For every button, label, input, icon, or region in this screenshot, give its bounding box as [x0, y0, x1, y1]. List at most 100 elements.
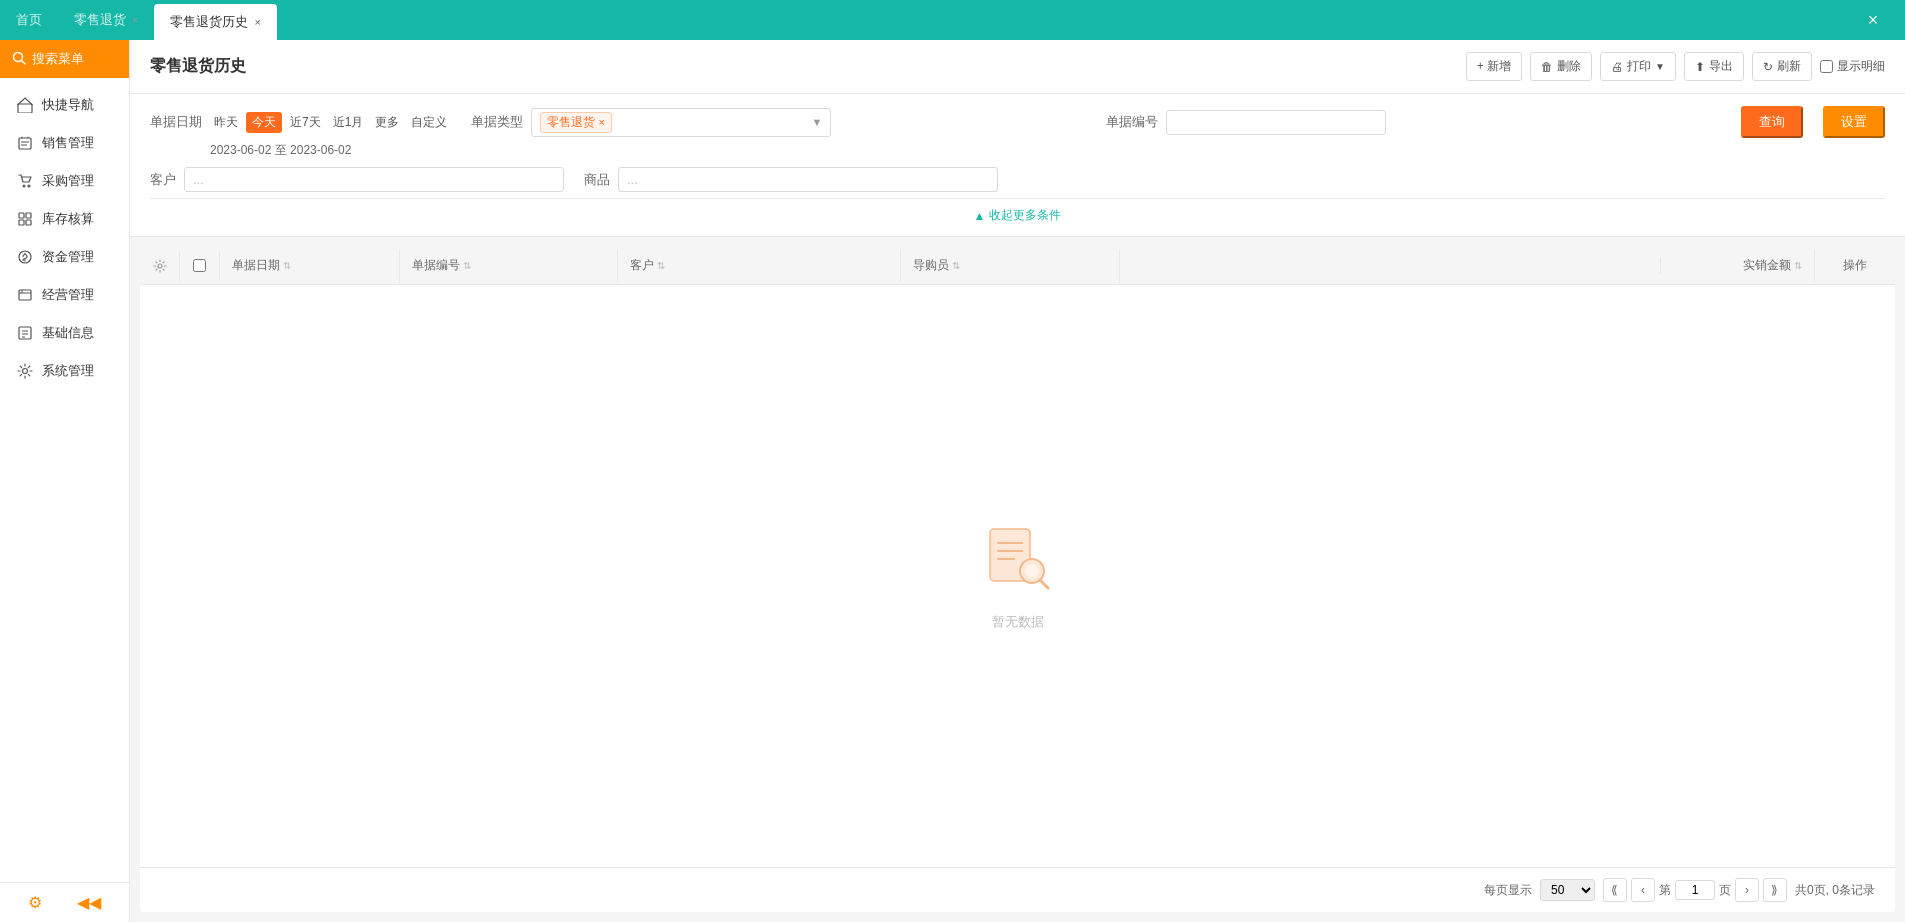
tab-retail-return-history-close[interactable]: ×	[254, 16, 260, 28]
collapse-filter-button[interactable]: ▲ 收起更多条件	[150, 198, 1885, 224]
tab-home-label: 首页	[16, 11, 42, 29]
th-amount[interactable]	[1120, 258, 1661, 274]
sidebar-item-system-mgmt[interactable]: 系统管理	[0, 352, 129, 390]
filter-row-2: 客户 ... 商品 ...	[150, 167, 1885, 192]
th-billno[interactable]: 单据编号 ⇅	[400, 249, 619, 282]
th-amount-label: 实销金额	[1743, 257, 1791, 274]
tab-retail-return-close[interactable]: ×	[132, 14, 138, 26]
page-next-button[interactable]: ›	[1735, 878, 1759, 902]
print-button[interactable]: 🖨 打印 ▼	[1600, 52, 1676, 81]
inventory-icon	[16, 210, 34, 228]
customer-input[interactable]: ...	[184, 167, 564, 192]
collapse-label: 收起更多条件	[989, 207, 1061, 224]
export-button[interactable]: ⬆ 导出	[1684, 52, 1744, 81]
sidebar-item-purchase-mgmt[interactable]: 采购管理	[0, 162, 129, 200]
sidebar-settings-button[interactable]: ⚙	[28, 893, 42, 912]
refresh-button[interactable]: ↻ 刷新	[1752, 52, 1812, 81]
svg-rect-3	[19, 138, 31, 149]
date-opt-more[interactable]: 更多	[371, 112, 403, 133]
sidebar-item-inventory-check-label: 库存核算	[42, 210, 94, 228]
svg-point-6	[23, 185, 25, 187]
query-button[interactable]: 查询	[1741, 106, 1803, 138]
new-button[interactable]: + 新增	[1466, 52, 1522, 81]
date-opt-last1month[interactable]: 近1月	[329, 112, 368, 133]
tab-home[interactable]: 首页	[0, 0, 58, 40]
th-guide-label: 导购员	[913, 257, 949, 274]
filter-customer: 客户 ...	[150, 167, 564, 192]
th-customer-sort-icon: ⇅	[657, 260, 665, 271]
sidebar-audio-button[interactable]: ◀◀	[77, 893, 101, 912]
svg-rect-8	[19, 213, 24, 218]
settings-button[interactable]: 设置	[1823, 106, 1885, 138]
page-number-input[interactable]: 1	[1675, 880, 1715, 900]
sidebar-search-label: 搜索菜单	[32, 50, 84, 68]
window-close-button[interactable]: ×	[1857, 4, 1889, 36]
th-customer[interactable]: 客户 ⇅	[618, 249, 901, 282]
system-icon	[16, 362, 34, 380]
th-ops-label: 操作	[1843, 257, 1867, 274]
sidebar-item-basic-info-label: 基础信息	[42, 324, 94, 342]
th-amount-sort-icon: ⇅	[1794, 260, 1802, 271]
date-range-display: 2023-06-02 至 2023-06-02	[210, 142, 1885, 159]
select-all-checkbox[interactable]	[193, 259, 206, 272]
top-bar: 首页 零售退货 × 零售退货历史 × ×	[0, 0, 1905, 40]
goods-input[interactable]: ...	[618, 167, 998, 192]
print-arrow-icon: ▼	[1655, 61, 1665, 72]
page-unit-label: 页	[1719, 882, 1731, 899]
sidebar-item-sales-mgmt-label: 销售管理	[42, 134, 94, 152]
th-ops: 操作	[1815, 249, 1895, 282]
goods-placeholder: ...	[627, 172, 638, 187]
date-opt-today[interactable]: 今天	[246, 112, 282, 133]
print-icon: 🖨	[1611, 60, 1623, 74]
th-actual-amount[interactable]: 实销金额 ⇅	[1661, 249, 1815, 282]
tab-retail-return[interactable]: 零售退货 ×	[58, 0, 154, 40]
query-label: 查询	[1759, 114, 1785, 129]
bill-type-select[interactable]: 零售退货 × ▼	[531, 108, 831, 137]
page-first-button[interactable]: ⟪	[1603, 878, 1627, 902]
search-icon	[12, 51, 26, 68]
sidebar-footer: ⚙ ◀◀	[0, 882, 129, 922]
date-opt-last7[interactable]: 近7天	[286, 112, 325, 133]
page-last-button[interactable]: ⟫	[1763, 878, 1787, 902]
svg-rect-2	[18, 104, 32, 113]
page-size-select[interactable]: 20 50 100	[1540, 879, 1595, 901]
sidebar-item-operation-mgmt-label: 经营管理	[42, 286, 94, 304]
sidebar-item-sales-mgmt[interactable]: 销售管理	[0, 124, 129, 162]
th-billno-sort-icon: ⇅	[463, 260, 471, 271]
show-detail-checkbox-label[interactable]: 显示明细	[1820, 58, 1885, 75]
sidebar-item-inventory-check[interactable]: 库存核算	[0, 200, 129, 238]
main-layout: 搜索菜单 快捷导航 销售管理 采购管理	[0, 40, 1905, 922]
svg-point-28	[1025, 564, 1039, 578]
th-settings[interactable]	[140, 251, 180, 281]
bill-type-tag-label: 零售退货	[547, 114, 595, 131]
top-bar-right: ×	[1857, 4, 1905, 36]
bill-type-label: 单据类型	[471, 113, 523, 131]
th-checkbox[interactable]	[180, 251, 220, 280]
th-customer-label: 客户	[630, 257, 654, 274]
th-date[interactable]: 单据日期 ⇅	[220, 249, 400, 282]
page-title: 零售退货历史	[150, 56, 246, 77]
bill-no-input[interactable]	[1166, 110, 1386, 135]
th-billno-label: 单据编号	[412, 257, 460, 274]
delete-label: 删除	[1557, 58, 1581, 75]
page-prev-button[interactable]: ‹	[1631, 878, 1655, 902]
delete-button[interactable]: 🗑 删除	[1530, 52, 1592, 81]
sidebar-item-quick-nav[interactable]: 快捷导航	[0, 86, 129, 124]
sidebar-item-system-mgmt-label: 系统管理	[42, 362, 94, 380]
bill-type-tag-close[interactable]: ×	[598, 116, 604, 128]
bill-type-arrow-icon: ▼	[811, 116, 822, 128]
svg-point-21	[158, 264, 162, 268]
sidebar-item-finance-mgmt[interactable]: 资金管理	[0, 238, 129, 276]
date-opt-yesterday[interactable]: 昨天	[210, 112, 242, 133]
sidebar-item-basic-info[interactable]: 基础信息	[0, 314, 129, 352]
finance-icon	[16, 248, 34, 266]
sidebar-search[interactable]: 搜索菜单	[0, 40, 129, 78]
sidebar-item-operation-mgmt[interactable]: 经营管理	[0, 276, 129, 314]
customer-label: 客户	[150, 171, 176, 189]
tab-retail-return-history[interactable]: 零售退货历史 ×	[154, 4, 276, 40]
date-opt-custom[interactable]: 自定义	[407, 112, 451, 133]
show-detail-checkbox[interactable]	[1820, 60, 1833, 73]
svg-point-20	[23, 369, 28, 374]
filter-row-1: 单据日期 昨天 今天 近7天 近1月 更多 自定义 单据类型	[150, 106, 1885, 138]
th-guide[interactable]: 导购员 ⇅	[901, 249, 1120, 282]
